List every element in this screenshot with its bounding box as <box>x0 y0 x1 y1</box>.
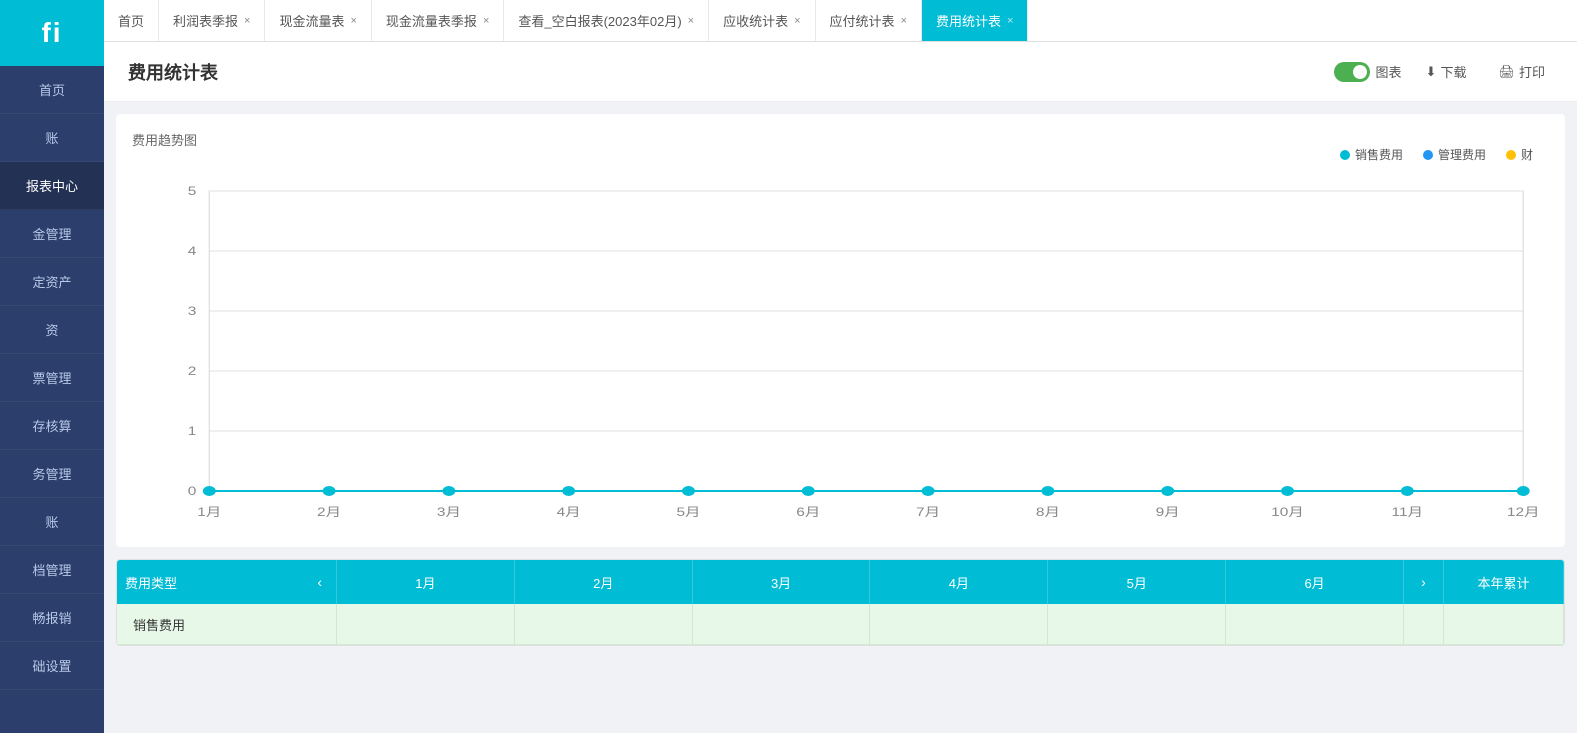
tab-blank-close[interactable]: × <box>688 15 694 27</box>
sidebar-logo: fi <box>0 0 104 66</box>
svg-text:3: 3 <box>188 304 197 318</box>
tab-cashflow-q-close[interactable]: × <box>483 15 489 27</box>
chart-area: 0 1 2 3 4 5 1月 2月 3月 4月 5月 <box>132 161 1549 531</box>
th-fee-type-label: 费用类型 <box>125 573 177 592</box>
sidebar: fi 首页 账 报表中心 金管理 定资产 资 票管理 存核算 务管理 账 档管理… <box>0 0 104 733</box>
th-month-2: 2月 <box>515 560 693 604</box>
sidebar-item-files[interactable]: 档管理 <box>0 546 104 594</box>
chart-toggle-label: 图表 <box>1334 62 1402 82</box>
page-header: 费用统计表 图表 ⬇ 下载 🖨 打印 <box>104 42 1577 102</box>
tab-expense[interactable]: 费用统计表 × <box>922 0 1028 41</box>
th-month-4: 4月 <box>870 560 1048 604</box>
tab-expense-close[interactable]: × <box>1007 15 1013 27</box>
th-total: 本年累计 <box>1444 560 1564 604</box>
td-month-4 <box>870 604 1048 644</box>
table-row: 销售费用 <box>117 604 1564 645</box>
svg-text:10月: 10月 <box>1271 505 1304 519</box>
svg-text:2月: 2月 <box>317 505 341 519</box>
expense-table: 费用类型 ‹ 1月 2月 3月 4月 5月 6月 › 本年累计 销售费用 <box>116 559 1565 646</box>
download-label: 下载 <box>1440 62 1466 81</box>
td-month-5 <box>1048 604 1226 644</box>
chart-section: 费用趋势图 销售费用 管理费用 财 <box>116 114 1565 547</box>
tab-bar: 首页 利润表季报 × 现金流量表 × 现金流量表季报 × 查看_空白报表(202… <box>104 0 1577 42</box>
sidebar-item-finance[interactable]: 金管理 <box>0 210 104 258</box>
header-actions: 图表 ⬇ 下载 🖨 打印 <box>1334 58 1553 85</box>
sidebar-item-service[interactable]: 务管理 <box>0 450 104 498</box>
td-month-6 <box>1226 604 1404 644</box>
table-prev-button[interactable]: ‹ <box>311 572 328 592</box>
svg-text:12月: 12月 <box>1507 505 1540 519</box>
tab-cashflow[interactable]: 现金流量表 × <box>265 0 371 41</box>
svg-text:2: 2 <box>188 364 197 378</box>
download-icon: ⬇ <box>1426 64 1437 80</box>
svg-text:5月: 5月 <box>676 505 700 519</box>
th-month-6: 6月 <box>1226 560 1404 604</box>
content-area: 费用统计表 图表 ⬇ 下载 🖨 打印 费用趋势图 <box>104 42 1577 733</box>
svg-text:1: 1 <box>188 424 197 438</box>
tab-profit[interactable]: 利润表季报 × <box>159 0 265 41</box>
table-next-button-cell: › <box>1404 560 1444 604</box>
tab-blank[interactable]: 查看_空白报表(2023年02月) × <box>504 0 709 41</box>
sidebar-item-assets[interactable]: 定资产 <box>0 258 104 306</box>
table-next-button[interactable]: › <box>1415 572 1432 592</box>
chart-svg: 0 1 2 3 4 5 1月 2月 3月 4月 5月 <box>132 161 1549 531</box>
td-month-3 <box>693 604 871 644</box>
th-month-5: 5月 <box>1048 560 1226 604</box>
tab-home[interactable]: 首页 <box>104 0 159 41</box>
chart-title: 费用趋势图 <box>132 130 1549 149</box>
chart-toggle[interactable] <box>1334 62 1370 82</box>
svg-text:1月: 1月 <box>197 505 221 519</box>
print-icon: 🖨 <box>1498 64 1515 80</box>
table-header: 费用类型 ‹ 1月 2月 3月 4月 5月 6月 › 本年累计 <box>117 560 1564 604</box>
svg-text:6月: 6月 <box>796 505 820 519</box>
sidebar-item-account2[interactable]: 账 <box>0 498 104 546</box>
sidebar-item-account[interactable]: 账 <box>0 114 104 162</box>
th-month-3: 3月 <box>693 560 871 604</box>
td-fee-type: 销售费用 <box>117 604 337 644</box>
sidebar-item-settings[interactable]: 础设置 <box>0 642 104 690</box>
tab-receivable-close[interactable]: × <box>794 15 800 27</box>
sidebar-item-invoice[interactable]: 票管理 <box>0 354 104 402</box>
print-button[interactable]: 🖨 打印 <box>1490 58 1553 85</box>
toggle-text: 图表 <box>1376 62 1402 81</box>
download-button[interactable]: ⬇ 下载 <box>1418 58 1475 85</box>
svg-text:4月: 4月 <box>557 505 581 519</box>
tab-payable-close[interactable]: × <box>901 15 907 27</box>
legend-finance-dot <box>1506 150 1516 160</box>
svg-text:3月: 3月 <box>437 505 461 519</box>
print-label: 打印 <box>1519 62 1545 81</box>
th-fee-type: 费用类型 ‹ <box>117 560 337 604</box>
chart-wrapper: 费用趋势图 销售费用 管理费用 财 <box>132 130 1549 531</box>
sidebar-item-inventory[interactable]: 存核算 <box>0 402 104 450</box>
th-month-1: 1月 <box>337 560 515 604</box>
tab-receivable[interactable]: 应收统计表 × <box>709 0 815 41</box>
svg-text:5: 5 <box>188 184 197 198</box>
legend-admin-dot <box>1423 150 1433 160</box>
svg-text:9月: 9月 <box>1156 505 1180 519</box>
tab-profit-close[interactable]: × <box>244 15 250 27</box>
page-title: 费用统计表 <box>128 59 218 85</box>
sidebar-item-reports[interactable]: 报表中心 <box>0 162 104 210</box>
svg-text:4: 4 <box>188 244 197 258</box>
sidebar-item-home[interactable]: 首页 <box>0 66 104 114</box>
svg-text:7月: 7月 <box>916 505 940 519</box>
tab-cashflow-q[interactable]: 现金流量表季报 × <box>372 0 504 41</box>
sidebar-item-resource[interactable]: 资 <box>0 306 104 354</box>
tab-payable[interactable]: 应付统计表 × <box>816 0 922 41</box>
td-total <box>1444 604 1564 644</box>
td-month-1 <box>337 604 515 644</box>
sidebar-item-expense[interactable]: 畅报销 <box>0 594 104 642</box>
main-area: 首页 利润表季报 × 现金流量表 × 现金流量表季报 × 查看_空白报表(202… <box>104 0 1577 733</box>
svg-text:8月: 8月 <box>1036 505 1060 519</box>
td-nav-spacer <box>1404 604 1444 644</box>
tab-cashflow-close[interactable]: × <box>350 15 356 27</box>
svg-text:0: 0 <box>188 484 197 498</box>
legend-sales-dot <box>1340 150 1350 160</box>
td-month-2 <box>515 604 693 644</box>
svg-text:11月: 11月 <box>1392 505 1423 519</box>
